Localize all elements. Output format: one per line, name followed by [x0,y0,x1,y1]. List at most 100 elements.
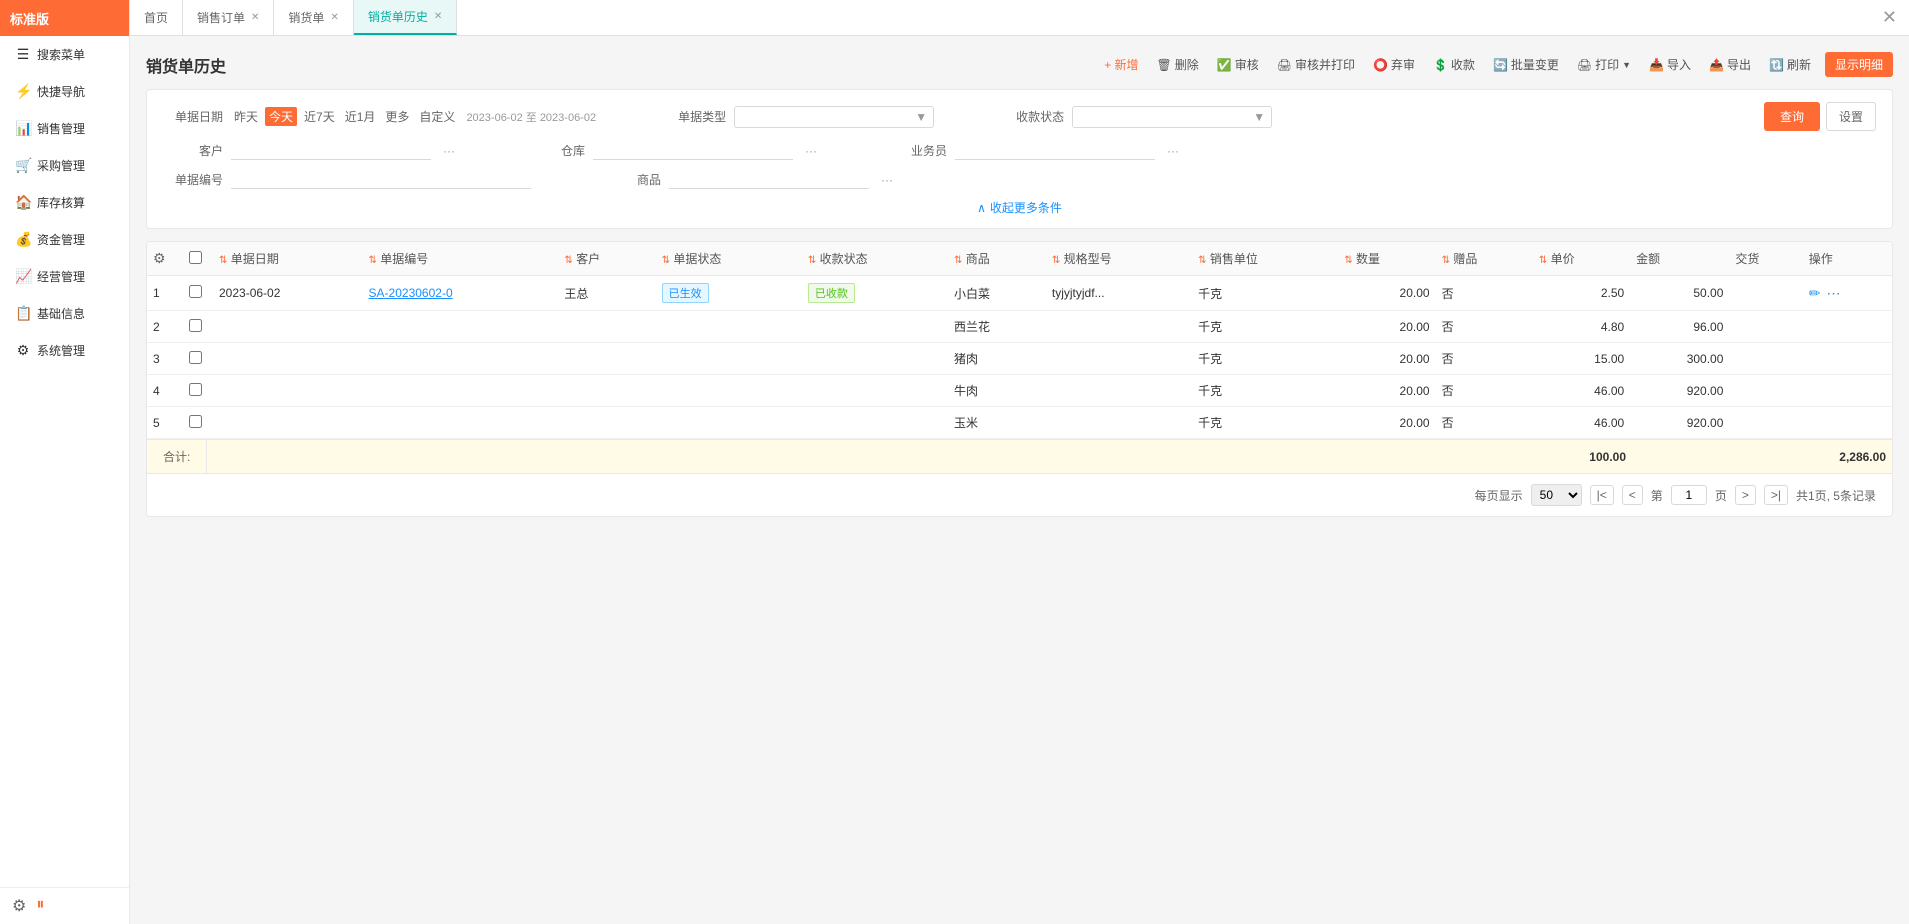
next-page-button[interactable]: > [1735,485,1756,505]
tab-sales-goods[interactable]: 销货单 ✕ [274,0,353,35]
collect-button[interactable]: 💲 收款 [1429,54,1479,75]
filter-row-2: 客户 ··· 仓库 ··· 业务员 ··· [163,141,1876,160]
summary-label: 合计: [147,440,207,473]
summary-total-qty: 100.00 [1512,442,1632,472]
customer-dots[interactable]: ··· [443,144,455,158]
sidebar-item-basic-info[interactable]: 📋 基础信息 [0,295,129,332]
sidebar-item-sales-mgmt[interactable]: 📊 销售管理 [0,110,129,147]
delete-button[interactable]: 🗑 删除 [1153,54,1203,75]
sort-icon[interactable]: ⇅ [1344,255,1352,266]
sort-icon[interactable]: ⇅ [1198,255,1206,266]
sidebar-item-sys-mgmt[interactable]: ⚙ 系统管理 [0,332,129,369]
row-checkbox[interactable] [189,351,202,364]
doc-number-link[interactable]: SA-20230602-0 [369,286,453,300]
select-all-checkbox[interactable] [189,251,202,264]
tab-sales-history-close[interactable]: ✕ [434,11,442,22]
sidebar-logo: 标准版 [0,0,129,36]
summary-total-amount: 2,286.00 [1772,442,1892,472]
more-action-icon[interactable]: ⋯ [1827,285,1841,302]
goods-dots[interactable]: ··· [881,173,893,187]
goods-input[interactable] [669,170,869,189]
sidebar-item-finance-mgmt[interactable]: 💰 资金管理 [0,221,129,258]
warehouse-dots[interactable]: ··· [805,144,817,158]
tab-home[interactable]: 首页 [130,0,183,35]
table-settings-icon[interactable]: ⚙ [153,250,166,266]
tab-sales-goods-close[interactable]: ✕ [330,12,338,23]
row-checkbox[interactable] [189,383,202,396]
sort-icon[interactable]: ⇅ [808,255,816,266]
doc-status-badge: 已生效 [662,283,709,303]
shortcut-custom[interactable]: 自定义 [416,107,458,126]
batch-change-button[interactable]: 🔄 批量变更 [1489,54,1563,75]
query-button[interactable]: 查询 [1764,102,1820,131]
cell-qty: 20.00 [1338,311,1435,343]
sidebar-item-search-menu[interactable]: ☰ 搜索菜单 [0,36,129,73]
sort-icon[interactable]: ⇅ [564,255,572,266]
cell-amount: 50.00 [1630,276,1729,311]
sort-icon[interactable]: ⇅ [1539,255,1547,266]
doc-type-dropdown-icon: ▼ [915,110,927,124]
filter-customer-group: 客户 ··· [163,141,455,160]
sidebar-item-label: 资金管理 [37,231,85,248]
shortcut-today[interactable]: 今天 [265,107,297,126]
shortcut-yesterday[interactable]: 昨天 [231,107,261,126]
sort-icon[interactable]: ⇅ [1052,255,1060,266]
salesperson-dots[interactable]: ··· [1167,144,1179,158]
pagination: 每页显示 50 100 200 |< < 第 页 > >| 共1页, 5条记录 [147,473,1892,516]
cell-unit: 千克 [1192,343,1338,375]
per-page-select[interactable]: 50 100 200 [1531,484,1582,506]
page-number-input[interactable] [1671,485,1707,505]
tab-sales-order-close[interactable]: ✕ [251,12,259,23]
edit-action-icon[interactable]: ✏ [1809,285,1821,302]
shortcut-more[interactable]: 更多 [382,107,412,126]
cell-unit: 千克 [1192,311,1338,343]
sort-icon[interactable]: ⇅ [954,255,962,266]
tab-sales-order[interactable]: 销售订单 ✕ [183,0,274,35]
docno-input[interactable] [231,170,531,189]
salesperson-input[interactable] [955,141,1155,160]
sort-icon[interactable]: ⇅ [662,255,670,266]
cell-goods: 小白菜 [948,276,1046,311]
table-row: 4 牛肉 千克 20.00 否 46.00 920.00 [147,375,1892,407]
sidebar-item-operation-mgmt[interactable]: 📈 经营管理 [0,258,129,295]
import-button[interactable]: 📥 导入 [1645,54,1695,75]
refresh-icon: 🔃 [1769,58,1784,72]
audit-button[interactable]: ✅ 审核 [1213,54,1263,75]
last-page-button[interactable]: >| [1764,485,1788,505]
row-checkbox[interactable] [189,415,202,428]
audit-print-button[interactable]: 🖨 审核并打印 [1273,54,1359,75]
cell-checkbox [183,311,213,343]
first-page-button[interactable]: |< [1590,485,1614,505]
tab-sales-history[interactable]: 销货单历史 ✕ [354,0,457,35]
new-button[interactable]: + 新增 [1100,54,1142,75]
cell-action [1803,375,1892,407]
refresh-button[interactable]: 🔃 刷新 [1765,54,1815,75]
row-checkbox[interactable] [189,319,202,332]
shortcut-7days[interactable]: 近7天 [301,107,338,126]
sidebar-settings-icon[interactable]: ⚙ [12,896,26,916]
export-button[interactable]: 📤 导出 [1705,54,1755,75]
collapse-button[interactable]: ∧ 收起更多条件 [163,199,1876,216]
sidebar-item-purchase-mgmt[interactable]: 🛒 采购管理 [0,147,129,184]
sort-icon[interactable]: ⇅ [369,255,377,266]
sidebar-item-inventory[interactable]: 🏠 库存核算 [0,184,129,221]
batch-change-icon: 🔄 [1493,58,1508,72]
th-checkbox [183,242,213,276]
prev-page-button[interactable]: < [1622,485,1643,505]
abandon-button[interactable]: ⭕ 弃审 [1369,54,1419,75]
show-detail-button[interactable]: 显示明细 [1825,52,1893,77]
cell-gift: 否 [1436,311,1533,343]
print-button[interactable]: 🖨 打印 ▼ [1573,54,1635,75]
sidebar-item-quick-nav[interactable]: ⚡ 快捷导航 [0,73,129,110]
shortcut-1month[interactable]: 近1月 [342,107,379,126]
sort-icon[interactable]: ⇅ [1442,255,1450,266]
customer-input[interactable] [231,141,431,160]
sidebar-pause-icon[interactable]: ⏸ [36,896,44,916]
settings-filter-button[interactable]: 设置 [1826,102,1876,131]
warehouse-input[interactable] [593,141,793,160]
close-all-tabs[interactable]: ✕ [1870,7,1909,28]
sort-icon[interactable]: ⇅ [219,255,227,266]
payment-status-select[interactable]: ▼ [1072,106,1272,128]
row-checkbox[interactable] [189,285,202,298]
doc-type-select[interactable]: ▼ [734,106,934,128]
